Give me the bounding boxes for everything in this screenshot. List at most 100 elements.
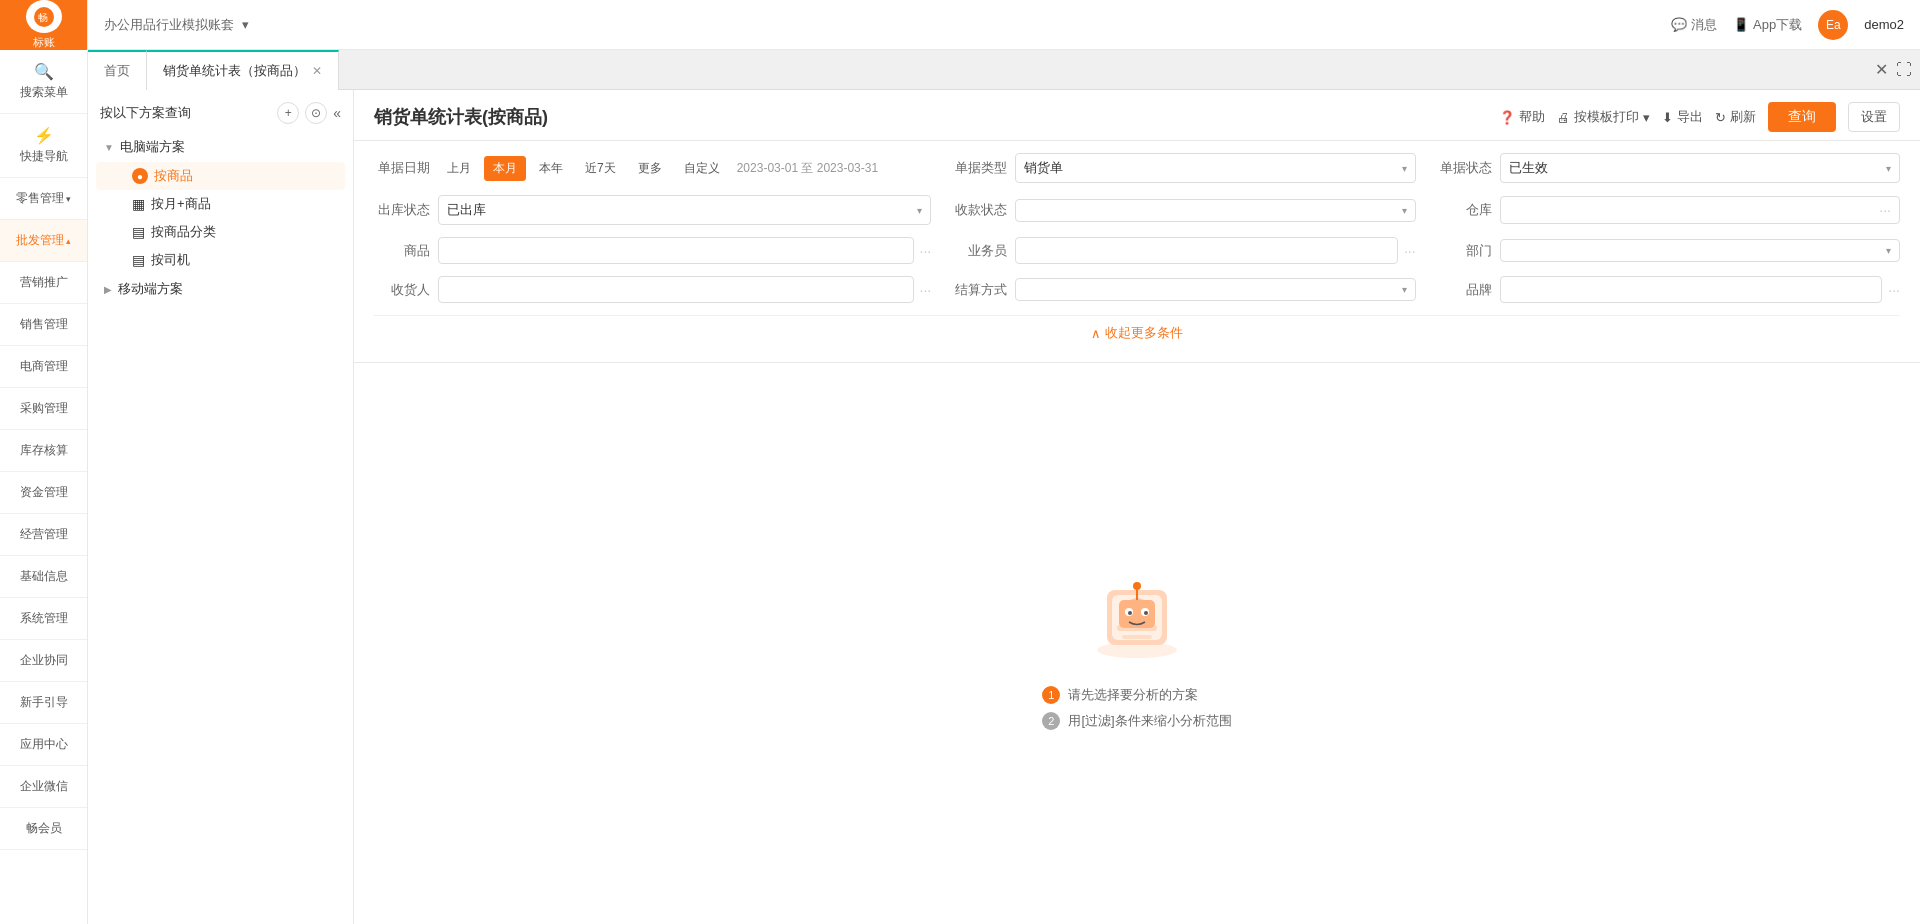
date-btn-7days[interactable]: 近7天 (576, 156, 625, 181)
help-button[interactable]: ❓ 帮助 (1499, 108, 1545, 126)
sidebar-item-basic-label: 基础信息 (20, 568, 68, 585)
user-name[interactable]: demo2 (1864, 17, 1904, 32)
dept-chevron: ▾ (1886, 245, 1891, 256)
date-btn-last-month[interactable]: 上月 (438, 156, 480, 181)
filter-row-2: 出库状态 已出库 ▾ 收款状态 (374, 195, 1900, 225)
sidebar-item-enterprise-wechat[interactable]: 企业微信 (0, 766, 87, 808)
left-panel: 按以下方案查询 + ⊙ « ▼ 电脑端方案 ● 按商品 ▦ (88, 90, 354, 924)
collapse-filter-button[interactable]: ∧ 收起更多条件 (374, 315, 1900, 350)
collapse-panel-button[interactable]: « (333, 105, 341, 121)
salesperson-dots[interactable]: ··· (1404, 243, 1416, 259)
logo[interactable]: 畅 标账 (0, 0, 87, 50)
product-dots[interactable]: ··· (920, 243, 932, 259)
sidebar-item-system[interactable]: 系统管理 (0, 598, 87, 640)
sidebar-item-basic[interactable]: 基础信息 (0, 556, 87, 598)
query-button[interactable]: 查询 (1768, 102, 1836, 132)
tab-stats[interactable]: 销货单统计表（按商品） ✕ (147, 50, 339, 90)
month-product-icon: ▦ (132, 196, 145, 212)
quick-nav-icon: ⚡ (34, 126, 54, 145)
sidebar-item-app-center[interactable]: 应用中心 (0, 724, 87, 766)
tree-child-by-product-label: 按商品 (154, 167, 193, 185)
date-btn-more[interactable]: 更多 (629, 156, 671, 181)
app-title-dropdown[interactable]: ▾ (242, 17, 249, 32)
sidebar-item-marketing[interactable]: 营销推广 (0, 262, 87, 304)
tree-child-by-category[interactable]: ▤ 按商品分类 (96, 218, 345, 246)
add-scheme-button[interactable]: + (277, 102, 299, 124)
tree-child-by-product[interactable]: ● 按商品 (96, 162, 345, 190)
warehouse-dots[interactable]: ··· (1879, 202, 1891, 218)
main-area: 办公用品行业模拟账套 ▾ 💬 消息 📱 App下载 Ea demo2 首页 (88, 0, 1920, 924)
print-button[interactable]: 🖨 按模板打印 ▾ (1557, 108, 1650, 126)
maximize-tab-btn[interactable]: ⛶ (1896, 61, 1912, 79)
sidebar-item-ecommerce[interactable]: 电商管理 (0, 346, 87, 388)
export-button[interactable]: ⬇ 导出 (1662, 108, 1703, 126)
sidebar-item-finance[interactable]: 资金管理 (0, 472, 87, 514)
doc-status-label: 单据状态 (1436, 159, 1492, 177)
date-range: 2023-03-01 至 2023-03-31 (737, 160, 878, 177)
sidebar-item-retail[interactable]: 零售管理 ▾ (0, 178, 87, 220)
sidebar-item-wholesale[interactable]: 批发管理 ▴ (0, 220, 87, 262)
sidebar-item-newbie[interactable]: 新手引导 (0, 682, 87, 724)
receipt-status-select[interactable]: ▾ (1015, 199, 1415, 222)
filter-out-status: 出库状态 已出库 ▾ (374, 195, 931, 225)
tree-parent-pc-label: 电脑端方案 (120, 138, 185, 156)
wholesale-arrow: ▴ (66, 236, 71, 246)
tree-child-by-category-label: 按商品分类 (151, 223, 216, 241)
payment-select[interactable]: ▾ (1015, 278, 1415, 301)
product-input[interactable] (438, 237, 914, 264)
date-label: 单据日期 (374, 159, 430, 177)
svg-point-12 (1144, 611, 1148, 615)
message-button[interactable]: 💬 消息 (1671, 16, 1717, 34)
product-label: 商品 (374, 242, 430, 260)
settings-button[interactable]: 设置 (1848, 102, 1900, 132)
date-btn-this-year[interactable]: 本年 (530, 156, 572, 181)
collapse-filter-label: 收起更多条件 (1105, 324, 1183, 342)
sidebar-item-sales[interactable]: 销售管理 (0, 304, 87, 346)
tab-close-icon[interactable]: ✕ (312, 64, 322, 78)
tree-child-by-month-product[interactable]: ▦ 按月+商品 (96, 190, 345, 218)
doc-status-select[interactable]: 已生效 ▾ (1500, 153, 1900, 183)
sidebar-item-purchase[interactable]: 采购管理 (0, 388, 87, 430)
sidebar-item-enterprise[interactable]: 企业协同 (0, 640, 87, 682)
receiver-input[interactable] (438, 276, 914, 303)
doc-type-select[interactable]: 销货单 ▾ (1015, 153, 1415, 183)
tab-home[interactable]: 首页 (88, 50, 147, 90)
tree-parent-mobile[interactable]: ▶ 移动端方案 (96, 274, 345, 304)
warehouse-select[interactable]: ··· (1500, 196, 1900, 224)
sidebar-item-search[interactable]: 🔍 搜索菜单 (0, 50, 87, 114)
brand-dots[interactable]: ··· (1888, 282, 1900, 298)
payment-chevron: ▾ (1402, 284, 1407, 295)
edit-scheme-button[interactable]: ⊙ (305, 102, 327, 124)
tree-child-by-month-label: 按月+商品 (151, 195, 211, 213)
salesperson-input[interactable] (1015, 237, 1398, 264)
sidebar-item-inventory[interactable]: 库存核算 (0, 430, 87, 472)
sidebar-item-operations[interactable]: 经营管理 (0, 514, 87, 556)
receiver-dots[interactable]: ··· (920, 282, 932, 298)
dept-select[interactable]: ▾ (1500, 239, 1900, 262)
topbar-right: 💬 消息 📱 App下载 Ea demo2 (1671, 10, 1904, 40)
receipt-status-value: ▾ (1015, 199, 1415, 222)
out-status-select[interactable]: 已出库 ▾ (438, 195, 931, 225)
sidebar-item-member[interactable]: 畅会员 (0, 808, 87, 850)
date-btn-custom[interactable]: 自定义 (675, 156, 729, 181)
tab-home-label: 首页 (104, 62, 130, 80)
date-btn-this-month[interactable]: 本月 (484, 156, 526, 181)
refresh-label: 刷新 (1730, 108, 1756, 126)
app-download-label: App下载 (1753, 16, 1802, 34)
tree-child-by-driver[interactable]: ▤ 按司机 (96, 246, 345, 274)
sidebar-item-quick-nav[interactable]: ⚡ 快捷导航 (0, 114, 87, 178)
refresh-button[interactable]: ↻ 刷新 (1715, 108, 1756, 126)
app-download-button[interactable]: 📱 App下载 (1733, 16, 1802, 34)
sidebar-item-search-label: 搜索菜单 (20, 84, 68, 101)
category-icon: ▤ (132, 224, 145, 240)
empty-steps: 1 请先选择要分析的方案 2 用[过滤]条件来缩小分析范围 (1042, 686, 1231, 738)
date-value: 上月 本月 本年 近7天 更多 自定义 2023-03-01 至 2023-03… (438, 156, 931, 181)
brand-input[interactable] (1500, 276, 1883, 303)
avatar[interactable]: Ea (1818, 10, 1848, 40)
filter-warehouse: 仓库 ··· (1436, 196, 1900, 224)
filter-dept: 部门 ▾ (1436, 239, 1900, 262)
export-icon: ⬇ (1662, 110, 1673, 125)
tree-parent-pc[interactable]: ▼ 电脑端方案 (96, 132, 345, 162)
close-tab-btn[interactable]: ✕ (1875, 60, 1888, 79)
tree-arrow-pc: ▼ (104, 142, 114, 153)
